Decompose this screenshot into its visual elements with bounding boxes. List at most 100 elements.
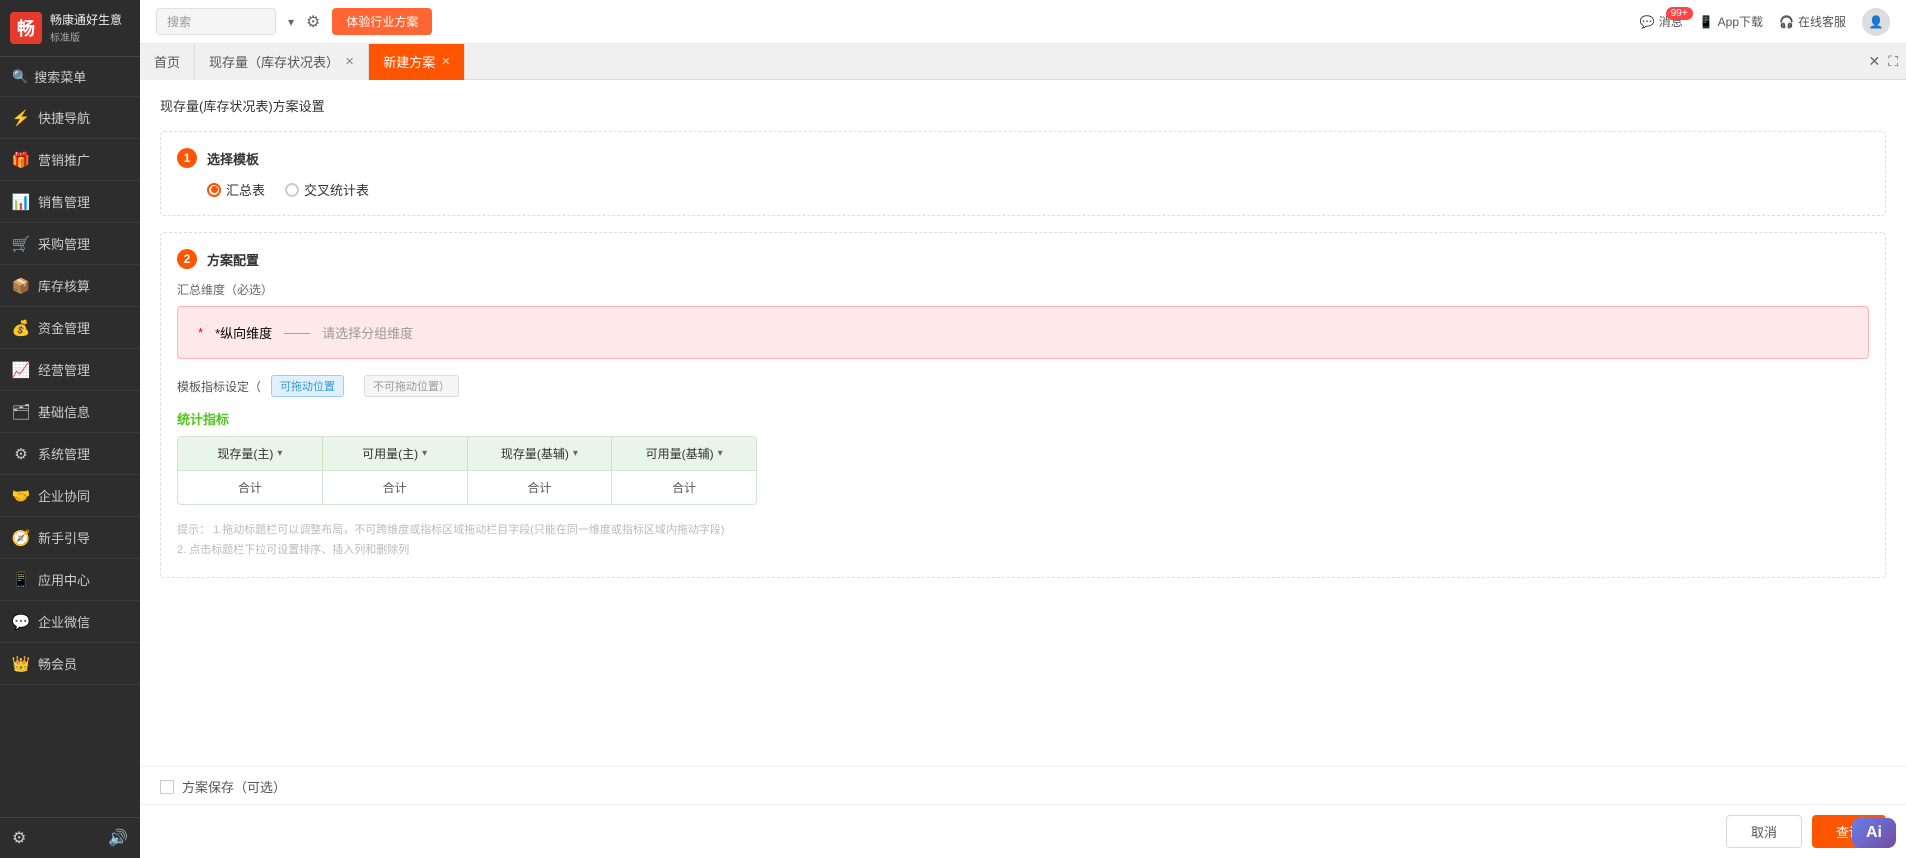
sidebar-item-label: 经营管理 [38,360,90,379]
tab-new-plan-close[interactable]: ✕ [441,55,450,68]
stats-table: 现存量(主) ▾ 可用量(主) ▾ 现存量(基辅) ▾ 可用量(基辅) [177,436,757,505]
cell-available-aux-total: 合计 [612,471,756,504]
save-checkbox[interactable] [160,780,174,794]
radio-cross-table[interactable]: 交叉统计表 [285,180,369,199]
sidebar-item-label: 采购管理 [38,234,90,253]
tab-home[interactable]: 首页 [140,44,195,80]
required-star: * [198,325,203,340]
topbar-search-box[interactable]: 搜索 [156,8,276,35]
online-service-button[interactable]: 🎧 在线客服 [1779,13,1846,30]
stats-table-row: 合计 合计 合计 合计 [178,470,756,504]
topbar-dropdown-button[interactable]: ▾ [288,15,294,29]
sidebar-item-label: 营销推广 [38,150,90,169]
cell-current-aux-total: 合计 [468,471,613,504]
dim-separator: —— [284,325,310,340]
user-avatar[interactable]: 👤 [1862,8,1890,36]
sidebar-item-label: 企业微信 [38,612,90,631]
col-header-current-main[interactable]: 现存量(主) ▾ [178,437,323,470]
chevron-down-icon: ▾ [718,448,723,459]
sidebar-item-wechat[interactable]: 💬 企业微信 [0,601,140,643]
col-current-aux-label: 现存量(基辅) [501,445,569,462]
headset-icon: 🎧 [1779,15,1794,29]
member-icon: 👑 [12,655,30,673]
chevron-down-icon: ▾ [573,448,578,459]
sidebar-item-basic-info[interactable]: 🗂 基础信息 [0,391,140,433]
save-checkbox-row: 方案保存（可选） [140,766,1906,806]
sidebar-bottom: ⚙ 🔊 [0,817,140,858]
chevron-down-icon: ▾ [277,448,282,459]
col-available-main-label: 可用量(主) [362,445,418,462]
section1-title: 选择模板 [207,149,259,168]
sidebar-item-member[interactable]: 👑 畅会员 [0,643,140,685]
content-inner: 现存量(库存状况表)方案设置 1 选择模板 汇总表 交叉统计表 [140,80,1906,858]
sidebar-logo: 畅 畅康通好生意 标准版 [0,0,140,57]
purchase-icon: 🛒 [12,235,30,253]
main-area: 搜索 ▾ ⚙ 体验行业方案 💬 消息 99+ 📱 App下载 🎧 在线客服 👤 [140,0,1906,858]
col-header-current-aux[interactable]: 现存量(基辅) ▾ [468,437,613,470]
content-area: 现存量(库存状况表)方案设置 1 选择模板 汇总表 交叉统计表 [140,80,1906,858]
sidebar-item-inventory[interactable]: 📦 库存核算 [0,265,140,307]
trial-plan-button[interactable]: 体验行业方案 [332,8,432,35]
tab-inventory-close[interactable]: ✕ [345,55,354,68]
marketing-icon: 🎁 [12,151,30,169]
sidebar-item-sales[interactable]: 📊 销售管理 [0,181,140,223]
sidebar: 畅 畅康通好生意 标准版 🔍 搜索菜单 ⚡ 快捷导航 🎁 营销推广 📊 销售管理… [0,0,140,858]
sidebar-item-enterprise[interactable]: 🤝 企业协同 [0,475,140,517]
mobile-icon: 📱 [1699,15,1714,29]
section1-header: 1 选择模板 [177,148,1869,168]
sidebar-item-operations[interactable]: 📈 经营管理 [0,349,140,391]
cell-available-main-total: 合计 [323,471,468,504]
non-draggable-badge: 不可拖动位置） [364,375,459,397]
system-icon: ⚙ [12,445,30,463]
sidebar-item-quick-nav[interactable]: ⚡ 快捷导航 [0,97,140,139]
sidebar-item-system[interactable]: ⚙ 系统管理 [0,433,140,475]
radio-summary-table[interactable]: 汇总表 [207,180,265,199]
tab-new-plan[interactable]: 新建方案 ✕ [369,44,465,80]
sidebar-item-label: 库存核算 [38,276,90,295]
sidebar-item-app-center[interactable]: 📱 应用中心 [0,559,140,601]
section2-header: 2 方案配置 [177,249,1869,269]
cancel-button[interactable]: 取消 [1726,815,1802,848]
app-download-button[interactable]: 📱 App下载 [1699,13,1763,30]
topbar-gear-button[interactable]: ⚙ [306,12,320,32]
basic-info-icon: 🗂 [12,403,30,421]
save-checkbox-label: 方案保存（可选） [182,777,286,796]
topbar-right: 💬 消息 99+ 📱 App下载 🎧 在线客服 👤 [1640,8,1890,36]
tab-close-all-button[interactable]: ✕ [1868,53,1880,70]
sidebar-item-purchase[interactable]: 🛒 采购管理 [0,223,140,265]
footer-buttons: 取消 查询 [140,804,1906,858]
sidebar-item-marketing[interactable]: 🎁 营销推广 [0,139,140,181]
col-header-available-main[interactable]: 可用量(主) ▾ [323,437,468,470]
enterprise-icon: 🤝 [12,487,30,505]
messages-badge: 99+ [1666,7,1693,20]
wechat-icon: 💬 [12,613,30,631]
vertical-dim-placeholder[interactable]: 请选择分组维度 [322,323,413,342]
settings-icon[interactable]: ⚙ [12,828,26,848]
ai-badge[interactable]: Ai [1852,818,1896,848]
col-current-main-label: 现存量(主) [217,445,273,462]
radio-cross-circle [285,183,299,197]
sidebar-item-label: 销售管理 [38,192,90,211]
tab-expand-button[interactable]: ⛶ [1888,53,1898,70]
messages-button[interactable]: 💬 消息 99+ [1640,13,1683,30]
sidebar-item-finance[interactable]: 💰 资金管理 [0,307,140,349]
tab-inventory-label: 现存量（库存状况表） [209,52,339,71]
tips-label: 提示： [177,524,210,536]
tips-line1: 1.拖动标题栏可以调整布局，不可跨维度或指标区域拖动栏目字段(只能在同一维度或指… [213,524,725,536]
stats-section-label: 统计指标 [177,409,1869,428]
sidebar-item-label: 新手引导 [38,528,90,547]
sound-icon[interactable]: 🔊 [108,828,128,848]
topbar: 搜索 ▾ ⚙ 体验行业方案 💬 消息 99+ 📱 App下载 🎧 在线客服 👤 [140,0,1906,44]
sidebar-item-guide[interactable]: 🧭 新手引导 [0,517,140,559]
tabbar: 首页 现存量（库存状况表） ✕ 新建方案 ✕ ✕ ⛶ [140,44,1906,80]
sidebar-search[interactable]: 🔍 搜索菜单 [0,57,140,97]
col-header-available-aux[interactable]: 可用量(基辅) ▾ [612,437,756,470]
section1-number: 1 [177,148,197,168]
cell-current-main-total: 合计 [178,471,323,504]
app-edition: 标准版 [50,29,122,44]
tab-inventory-status[interactable]: 现存量（库存状况表） ✕ [195,44,369,80]
tab-home-label: 首页 [154,52,180,71]
guide-icon: 🧭 [12,529,30,547]
tips-title: 提示： 1.拖动标题栏可以调整布局，不可跨维度或指标区域拖动栏目字段(只能在同一… [177,521,1869,541]
vertical-dim-row: * *纵向维度 —— 请选择分组维度 [177,306,1869,359]
